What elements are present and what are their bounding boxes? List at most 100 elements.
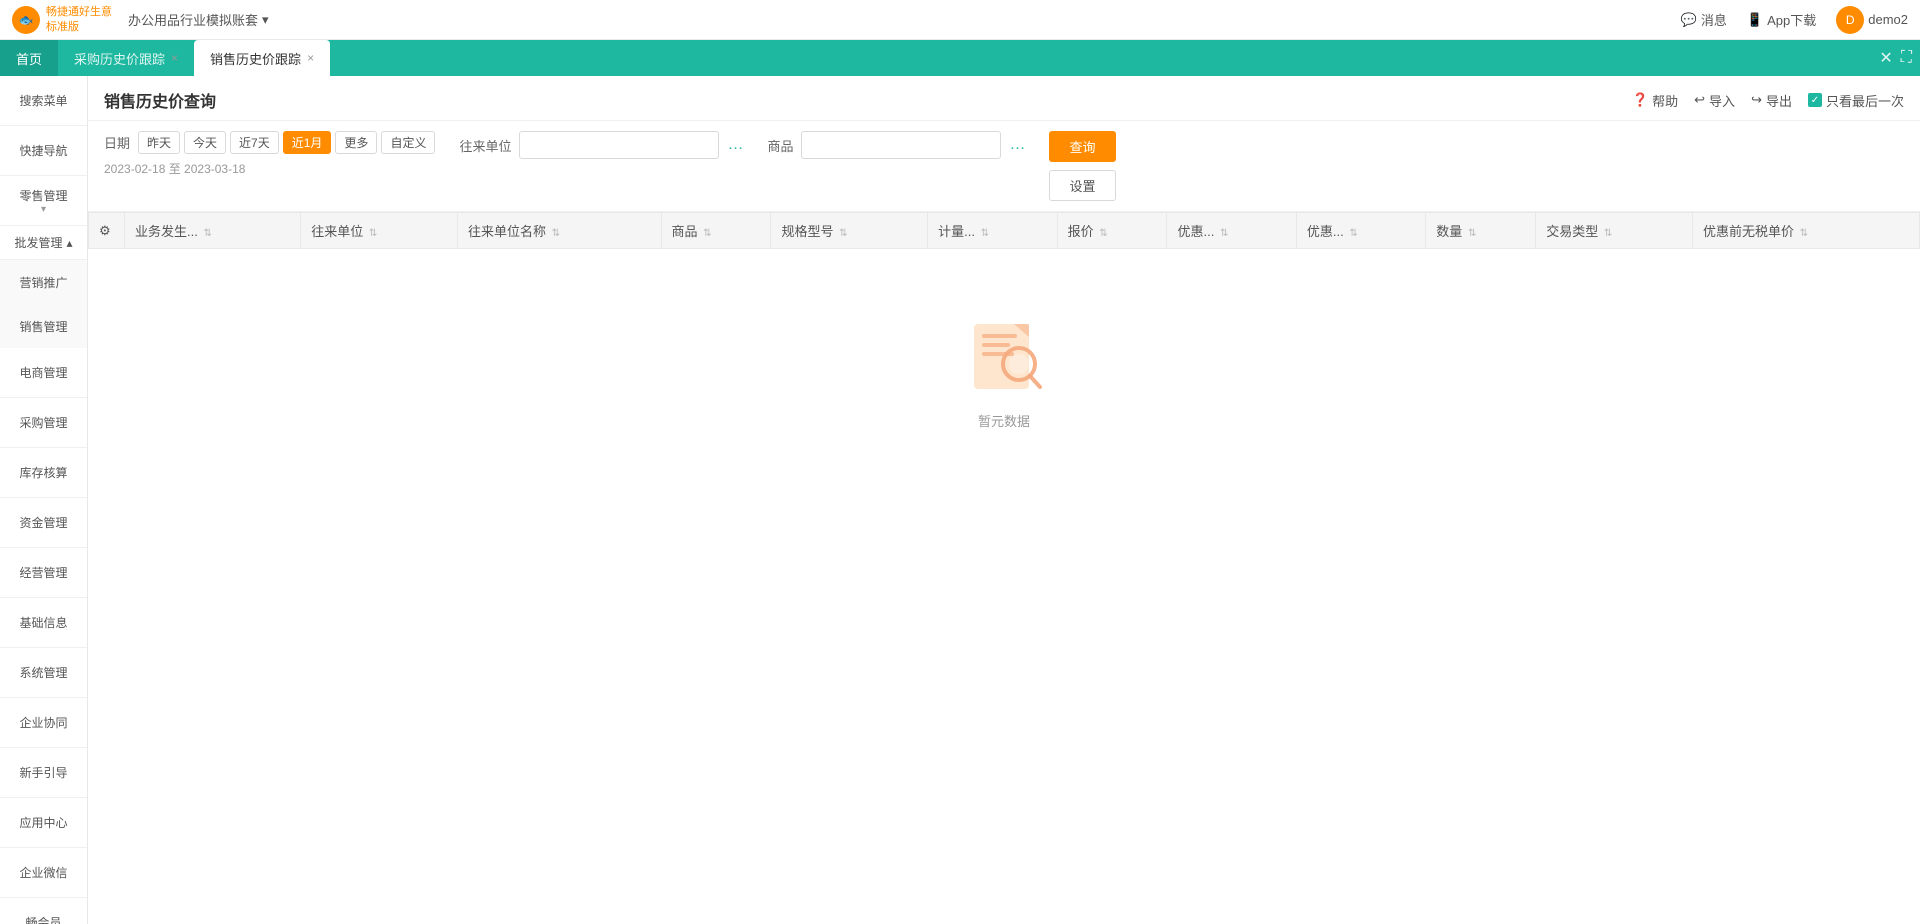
partner-filter-row: 往来单位 … bbox=[459, 131, 743, 159]
date-filter-col: 日期 昨天 今天 近7天 近1月 更多 自定义 2023-02-18 至 202… bbox=[104, 131, 435, 177]
sidebar-finance-label: 资金管理 bbox=[19, 514, 67, 531]
sidebar-item-basic-info[interactable]: 基础信息 bbox=[0, 598, 87, 648]
data-table: ⚙ 业务发生... ⇅ 往来单位 ⇅ 往来单位名称 ⇅ bbox=[88, 212, 1920, 249]
export-action[interactable]: ↪ 导出 bbox=[1751, 91, 1792, 110]
sidebar-item-retail-mgmt[interactable]: 零售管理 ▾ bbox=[0, 176, 87, 226]
sidebar-new-guide-label: 新手引导 bbox=[19, 764, 67, 781]
sidebar-item-purchase[interactable]: 采购管理 bbox=[0, 398, 87, 448]
tab-purchase-history[interactable]: 采购历史价跟踪 × bbox=[58, 40, 194, 76]
tab-sales-history[interactable]: 销售历史价跟踪 × bbox=[194, 40, 330, 76]
date-btn-custom[interactable]: 自定义 bbox=[381, 131, 435, 154]
sidebar-item-system-mgmt[interactable]: 系统管理 bbox=[0, 648, 87, 698]
top-header: 🐟 畅捷通好生意 标准版 办公用品行业模拟账套 ▾ 💬 消息 📱 App下载 D… bbox=[0, 0, 1920, 40]
sidebar-inventory-label: 库存核算 bbox=[19, 464, 67, 481]
table-col-unit[interactable]: 计量... ⇅ bbox=[928, 213, 1057, 249]
partner-filter-input[interactable] bbox=[519, 131, 719, 159]
import-icon: ↩ bbox=[1694, 92, 1705, 108]
tab-bar: 首页 采购历史价跟踪 × 销售历史价跟踪 × ✕ ⛶ bbox=[0, 40, 1920, 76]
sidebar-purchase-label: 采购管理 bbox=[19, 414, 67, 431]
sidebar-retail-arrow-icon: ▾ bbox=[41, 204, 46, 215]
sidebar-search-menu-label: 搜索菜单 bbox=[19, 92, 67, 109]
table-col-partner-name[interactable]: 往来单位名称 ⇅ bbox=[457, 213, 661, 249]
sort-partner-name-icon: ⇅ bbox=[552, 228, 560, 239]
tab-expand-icon[interactable]: ⛶ bbox=[1901, 49, 1912, 67]
tab-sales-history-close[interactable]: × bbox=[307, 51, 314, 65]
date-btn-more[interactable]: 更多 bbox=[335, 131, 377, 154]
sidebar-item-new-guide[interactable]: 新手引导 bbox=[0, 748, 87, 798]
help-label: 帮助 bbox=[1652, 91, 1678, 110]
sidebar-item-operations[interactable]: 经营管理 bbox=[0, 548, 87, 598]
avatar: D bbox=[1836, 6, 1864, 34]
table-col-spec[interactable]: 规格型号 ⇅ bbox=[771, 213, 928, 249]
empty-state: 暂元数据 bbox=[88, 249, 1920, 490]
sidebar-item-app-center[interactable]: 应用中心 bbox=[0, 798, 87, 848]
goods-filter-col: 商品 … bbox=[767, 131, 1025, 159]
sidebar-item-ecommerce[interactable]: 电商管理 bbox=[0, 348, 87, 398]
sidebar-item-member[interactable]: 畅会员 bbox=[0, 898, 87, 924]
sidebar-operations-label: 经营管理 bbox=[19, 564, 67, 581]
export-label: 导出 bbox=[1766, 91, 1792, 110]
export-icon: ↪ bbox=[1751, 92, 1762, 108]
goods-filter-dots-icon[interactable]: … bbox=[1009, 136, 1025, 154]
message-icon: 💬 bbox=[1681, 12, 1697, 28]
sidebar-item-search-menu[interactable]: 搜索菜单 bbox=[0, 76, 87, 126]
import-action[interactable]: ↩ 导入 bbox=[1694, 91, 1735, 110]
sort-unit-icon: ⇅ bbox=[981, 228, 989, 239]
table-col-pre-tax-price[interactable]: 优惠前无税单价 ⇅ bbox=[1692, 213, 1919, 249]
sidebar-item-wholesale-mgmt[interactable]: 批发管理 ▴ bbox=[0, 226, 87, 260]
table-col-discount1[interactable]: 优惠... ⇅ bbox=[1167, 213, 1296, 249]
table-col-discount2[interactable]: 优惠... ⇅ bbox=[1296, 213, 1425, 249]
empty-text: 暂元数据 bbox=[978, 411, 1030, 430]
sidebar-item-marketing[interactable]: 营销推广 bbox=[0, 260, 87, 304]
sidebar-item-finance[interactable]: 资金管理 bbox=[0, 498, 87, 548]
sidebar-item-inventory[interactable]: 库存核算 bbox=[0, 448, 87, 498]
sort-pre-tax-price-icon: ⇅ bbox=[1800, 228, 1808, 239]
sidebar-item-quick-nav[interactable]: 快捷导航 bbox=[0, 126, 87, 176]
only-last-checkbox[interactable]: ✓ bbox=[1808, 93, 1822, 107]
partner-filter-dots-icon[interactable]: … bbox=[727, 136, 743, 154]
table-col-trade-type[interactable]: 交易类型 ⇅ bbox=[1536, 213, 1693, 249]
table-col-price[interactable]: 报价 ⇅ bbox=[1057, 213, 1167, 249]
table-col-partner-code[interactable]: 往来单位 ⇅ bbox=[301, 213, 458, 249]
table-col-settings[interactable]: ⚙ bbox=[89, 213, 125, 249]
table-col-quantity[interactable]: 数量 ⇅ bbox=[1426, 213, 1536, 249]
app-title-dropdown[interactable]: 办公用品行业模拟账套 ▾ bbox=[120, 6, 277, 33]
date-btn-7days[interactable]: 近7天 bbox=[230, 131, 279, 154]
sort-spec-icon: ⇅ bbox=[839, 228, 847, 239]
table-col-goods[interactable]: 商品 ⇅ bbox=[661, 213, 771, 249]
tab-purchase-history-label: 采购历史价跟踪 bbox=[74, 49, 165, 68]
date-btn-yesterday[interactable]: 昨天 bbox=[138, 131, 180, 154]
tab-home[interactable]: 首页 bbox=[0, 40, 58, 76]
goods-filter-input[interactable] bbox=[801, 131, 1001, 159]
only-last-checkbox-label[interactable]: ✓ 只看最后一次 bbox=[1808, 91, 1904, 110]
table-col-biz-date[interactable]: 业务发生... ⇅ bbox=[125, 213, 301, 249]
table-area: ⚙ 业务发生... ⇅ 往来单位 ⇅ 往来单位名称 ⇅ bbox=[88, 212, 1920, 924]
date-btn-today[interactable]: 今天 bbox=[184, 131, 226, 154]
app-download-action[interactable]: 📱 App下载 bbox=[1747, 10, 1816, 29]
date-range-text: 2023-02-18 至 2023-03-18 bbox=[104, 160, 435, 177]
sidebar-item-enterprise-wechat[interactable]: 企业微信 bbox=[0, 848, 87, 898]
logo-text: 畅捷通好生意 标准版 bbox=[46, 5, 112, 34]
message-label: 消息 bbox=[1701, 10, 1727, 29]
help-action[interactable]: ❓ 帮助 bbox=[1632, 91, 1678, 110]
sort-trade-type-icon: ⇅ bbox=[1604, 228, 1612, 239]
sidebar-wholesale-mgmt-label: 批发管理 bbox=[14, 234, 62, 251]
logo-icon: 🐟 bbox=[12, 6, 40, 34]
tab-close-all-icon[interactable]: ✕ bbox=[1879, 48, 1892, 68]
partner-filter-label: 往来单位 bbox=[459, 136, 511, 155]
tab-purchase-history-close[interactable]: × bbox=[171, 51, 178, 65]
message-action[interactable]: 💬 消息 bbox=[1681, 10, 1727, 29]
settings-button[interactable]: 设置 bbox=[1049, 170, 1115, 201]
sidebar-enterprise-collab-label: 企业协同 bbox=[19, 714, 67, 731]
sort-quantity-icon: ⇅ bbox=[1468, 228, 1476, 239]
date-filter-row: 日期 昨天 今天 近7天 近1月 更多 自定义 bbox=[104, 131, 435, 154]
date-btn-1month[interactable]: 近1月 bbox=[283, 131, 332, 154]
dropdown-arrow-icon: ▾ bbox=[262, 12, 269, 28]
query-button[interactable]: 查询 bbox=[1049, 131, 1115, 162]
user-action[interactable]: D demo2 bbox=[1836, 6, 1908, 34]
import-label: 导入 bbox=[1709, 91, 1735, 110]
tab-home-label: 首页 bbox=[16, 49, 42, 68]
app-download-label: App下载 bbox=[1767, 10, 1816, 29]
sidebar-item-enterprise-collab[interactable]: 企业协同 bbox=[0, 698, 87, 748]
sidebar-item-sales-mgmt[interactable]: 销售管理 bbox=[0, 304, 87, 348]
